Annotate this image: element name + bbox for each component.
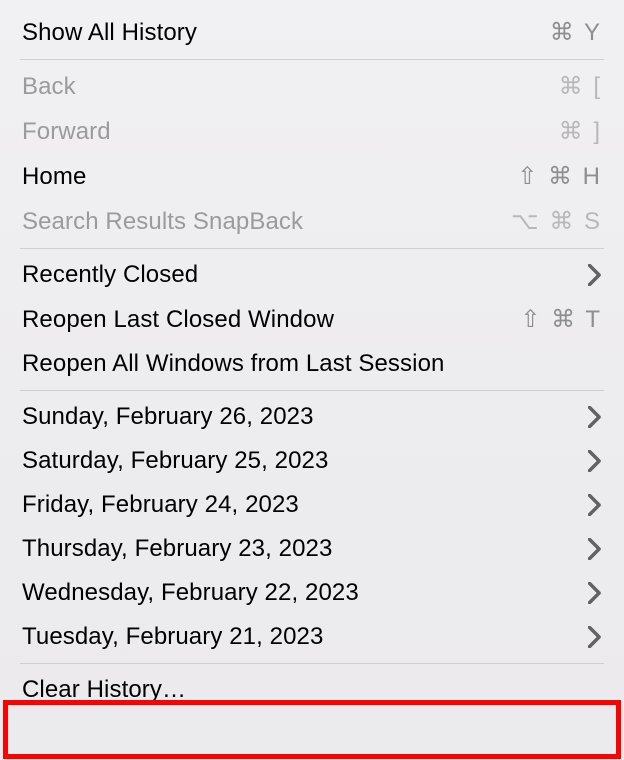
chevron-right-icon bbox=[588, 450, 602, 472]
keyboard-shortcut: ⌘ [ bbox=[559, 72, 602, 101]
menu-separator bbox=[20, 59, 604, 60]
keyboard-shortcut: ⇧ ⌘ T bbox=[520, 305, 602, 334]
menu-item-label: Back bbox=[22, 73, 76, 101]
reopen-all-windows-item[interactable]: Reopen All Windows from Last Session bbox=[0, 342, 624, 386]
recently-closed-item[interactable]: Recently Closed bbox=[0, 253, 624, 297]
forward-item: Forward ⌘ ] bbox=[0, 109, 624, 154]
chevron-right-icon bbox=[588, 582, 602, 604]
menu-item-label: Reopen Last Closed Window bbox=[22, 306, 334, 334]
menu-item-label: Clear History… bbox=[22, 676, 186, 704]
menu-item-label: Forward bbox=[22, 118, 111, 146]
menu-item-label: Friday, February 24, 2023 bbox=[22, 491, 299, 519]
history-day-item[interactable]: Thursday, February 23, 2023 bbox=[0, 527, 624, 571]
keyboard-shortcut: ⇧ ⌘ H bbox=[517, 162, 602, 191]
history-day-item[interactable]: Wednesday, February 22, 2023 bbox=[0, 571, 624, 615]
keyboard-shortcut: ⌘ ] bbox=[559, 117, 602, 146]
chevron-right-icon bbox=[588, 538, 602, 560]
chevron-right-icon bbox=[588, 626, 602, 648]
history-menu: Show All History ⌘ Y Back ⌘ [ Forward ⌘ … bbox=[0, 0, 624, 716]
menu-item-label: Show All History bbox=[22, 19, 197, 47]
menu-item-label: Saturday, February 25, 2023 bbox=[22, 447, 328, 475]
back-item: Back ⌘ [ bbox=[0, 64, 624, 109]
history-day-item[interactable]: Saturday, February 25, 2023 bbox=[0, 439, 624, 483]
menu-item-label: Sunday, February 26, 2023 bbox=[22, 403, 314, 431]
history-day-item[interactable]: Tuesday, February 21, 2023 bbox=[0, 615, 624, 659]
menu-item-label: Recently Closed bbox=[22, 261, 198, 289]
chevron-right-icon bbox=[588, 264, 602, 286]
keyboard-shortcut: ⌥ ⌘ S bbox=[511, 207, 602, 236]
menu-item-label: Thursday, February 23, 2023 bbox=[22, 535, 332, 563]
keyboard-shortcut: ⌘ Y bbox=[550, 18, 602, 47]
chevron-right-icon bbox=[588, 494, 602, 516]
menu-item-label: Search Results SnapBack bbox=[22, 208, 303, 236]
show-all-history-item[interactable]: Show All History ⌘ Y bbox=[0, 10, 624, 55]
menu-separator bbox=[20, 390, 604, 391]
chevron-right-icon bbox=[588, 406, 602, 428]
clear-history-item[interactable]: Clear History… bbox=[0, 668, 624, 712]
menu-separator bbox=[20, 663, 604, 664]
history-day-item[interactable]: Friday, February 24, 2023 bbox=[0, 483, 624, 527]
menu-separator bbox=[20, 248, 604, 249]
reopen-last-closed-window-item[interactable]: Reopen Last Closed Window ⇧ ⌘ T bbox=[0, 297, 624, 342]
menu-item-label: Wednesday, February 22, 2023 bbox=[22, 579, 359, 607]
history-day-item[interactable]: Sunday, February 26, 2023 bbox=[0, 395, 624, 439]
menu-item-label: Tuesday, February 21, 2023 bbox=[22, 623, 323, 651]
menu-item-label: Reopen All Windows from Last Session bbox=[22, 350, 444, 378]
home-item[interactable]: Home ⇧ ⌘ H bbox=[0, 154, 624, 199]
menu-item-label: Home bbox=[22, 163, 86, 191]
search-results-snapback-item: Search Results SnapBack ⌥ ⌘ S bbox=[0, 199, 624, 244]
